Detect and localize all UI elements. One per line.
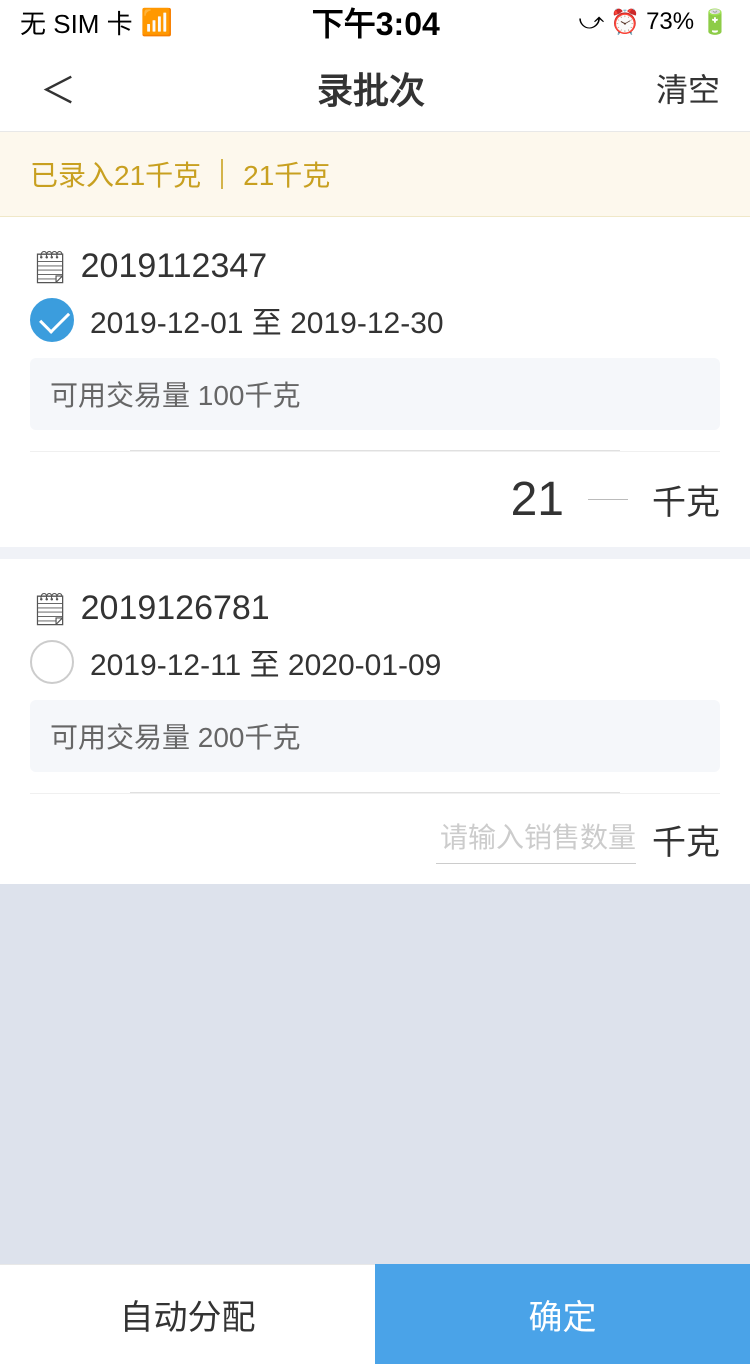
wifi-icon: 📶 (141, 7, 173, 38)
batch-header-2: 🗒 2019126781 (30, 589, 720, 628)
batch-date-1: 2019-12-01 至 2019-12-30 (90, 298, 444, 342)
quantity-value-1: 21 (511, 472, 564, 527)
quantity-unit-2: 千克 (652, 815, 720, 864)
confirm-button[interactable]: 确定 (375, 1264, 750, 1364)
batch-date-2: 2019-12-11 至 2020-01-09 (90, 640, 441, 684)
batch-doc-icon-2: 🗒 (30, 590, 71, 628)
bottom-bar: 自动分配 确定 (0, 1264, 750, 1364)
status-left: 无 SIM 卡 📶 (20, 4, 173, 41)
status-time: 下午3:04 (312, 0, 440, 45)
batch-radio-2[interactable] (30, 640, 74, 684)
batch-id-1: 2019112347 (81, 247, 268, 286)
battery-percent: 73% (646, 8, 694, 36)
avail-quantity-1: 可用交易量 100千克 (30, 358, 720, 430)
alarm-icon: ⏰ (610, 8, 640, 37)
section-divider (0, 547, 750, 559)
nav-bar: ＜ 录批次 清空 (0, 44, 750, 132)
batch-item-1: 🗒 2019112347 2019-12-01 至 2019-12-30 可用交… (0, 217, 750, 547)
batch-item-2: 🗒 2019126781 2019-12-11 至 2020-01-09 可用交… (0, 559, 750, 884)
battery-icon: 🔋 (700, 8, 730, 37)
page-title: 录批次 (317, 62, 425, 114)
summary-bar: 已录入21千克 21千克 (0, 132, 750, 217)
batch-doc-icon-1: 🗒 (30, 248, 71, 286)
quantity-row-1: 21 千克 (30, 451, 720, 547)
quantity-input-wrapper-2 (436, 814, 636, 864)
back-button[interactable]: ＜ (30, 52, 86, 124)
quantity-row-2: 千克 (30, 793, 720, 884)
sim-status: 无 SIM 卡 (20, 4, 133, 41)
quantity-input-2[interactable] (436, 814, 636, 857)
clear-button[interactable]: 清空 (656, 65, 720, 111)
summary-divider (221, 159, 223, 189)
batch-radio-1[interactable] (30, 298, 74, 342)
location-icon: ⤻ (579, 8, 605, 36)
keyboard-area (0, 884, 750, 1264)
avail-quantity-2: 可用交易量 200千克 (30, 700, 720, 772)
quantity-unit-1: 千克 (652, 475, 720, 524)
batch-header-1: 🗒 2019112347 (30, 247, 720, 286)
batch-date-row-1: 2019-12-01 至 2019-12-30 (30, 298, 720, 342)
summary-label: 已录入21千克 (30, 154, 201, 194)
batch-id-2: 2019126781 (81, 589, 270, 628)
content-area: 🗒 2019112347 2019-12-01 至 2019-12-30 可用交… (0, 217, 750, 1264)
status-bar: 无 SIM 卡 📶 下午3:04 ⤻ ⏰ 73% 🔋 (0, 0, 750, 44)
auto-distribute-button[interactable]: 自动分配 (0, 1264, 375, 1364)
summary-value: 21千克 (243, 154, 330, 194)
status-right: ⤻ ⏰ 73% 🔋 (579, 8, 730, 37)
batch-date-row-2: 2019-12-11 至 2020-01-09 (30, 640, 720, 684)
